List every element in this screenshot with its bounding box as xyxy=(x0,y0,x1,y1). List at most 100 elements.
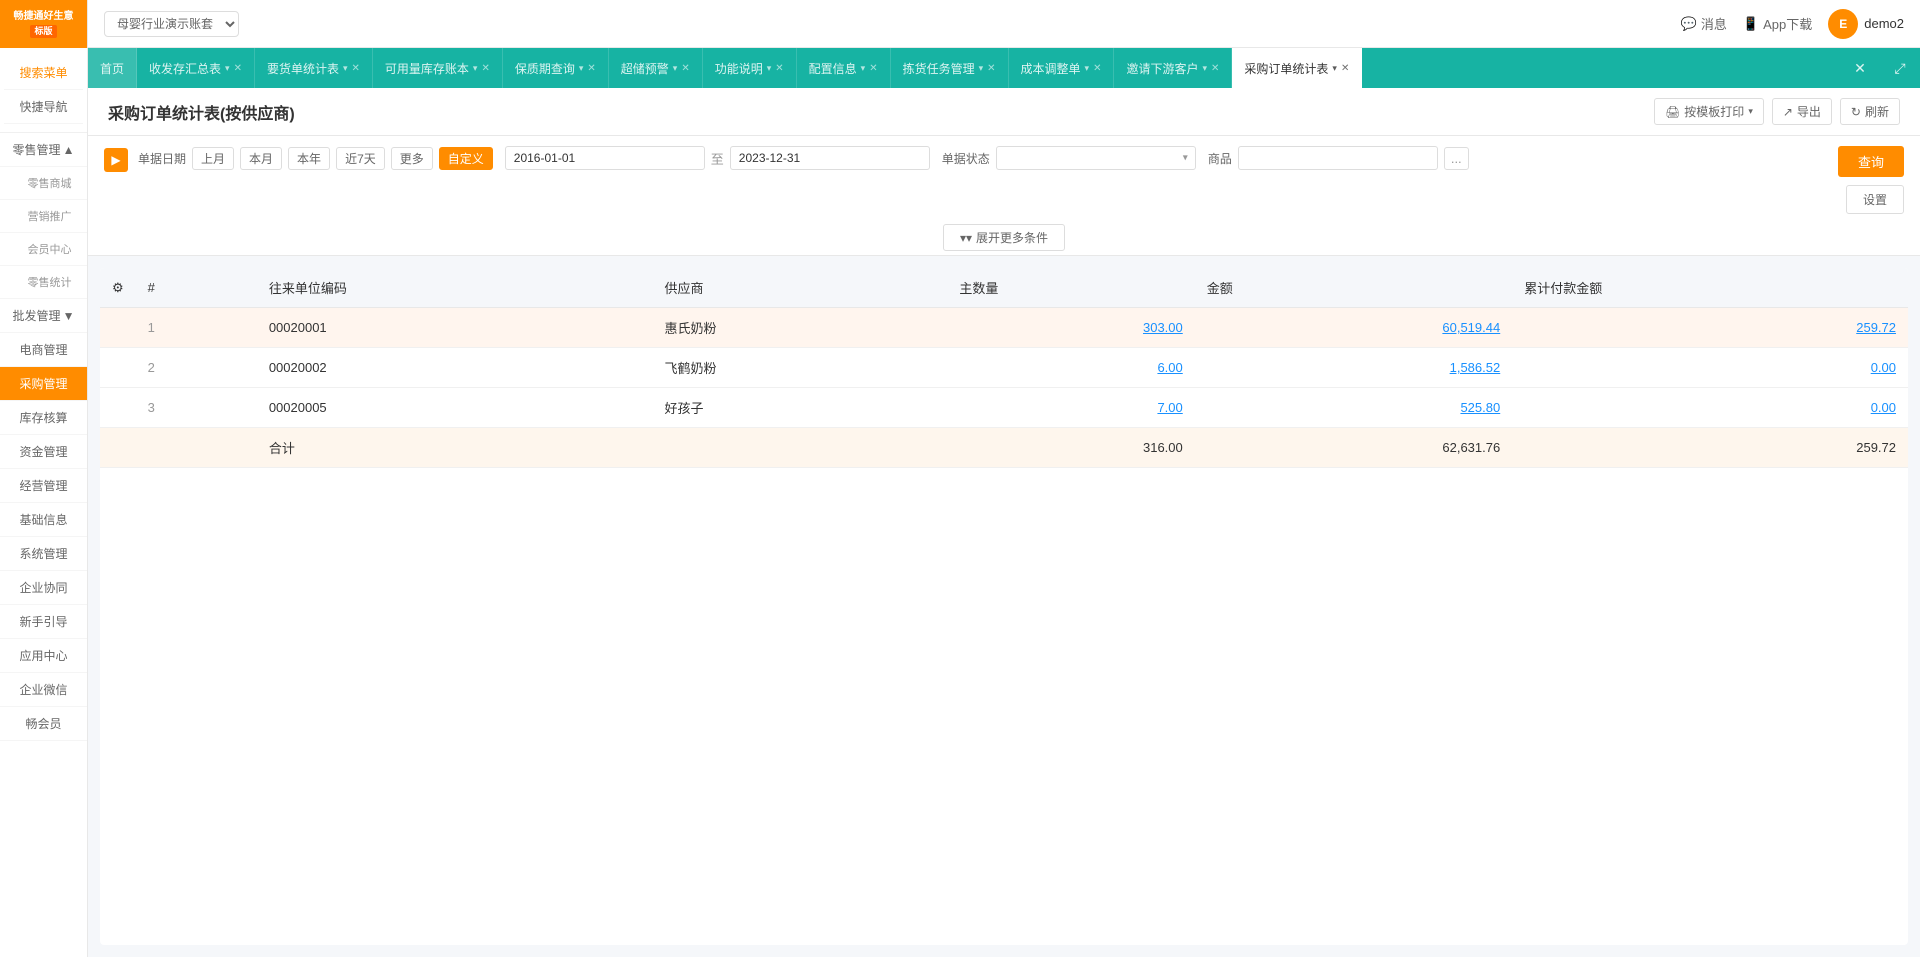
sidebar-item-purchase[interactable]: 采购管理 xyxy=(0,367,87,401)
date-option-more[interactable]: 更多 xyxy=(391,147,433,170)
td-num-3: 3 xyxy=(136,388,257,428)
status-select[interactable] xyxy=(996,146,1196,170)
goods-input[interactable] xyxy=(1238,146,1438,170)
sidebar-item-operations[interactable]: 经营管理 xyxy=(0,469,87,503)
td-qty-3[interactable]: 7.00 xyxy=(947,388,1194,428)
app-download-btn[interactable]: 📱 App下载 xyxy=(1743,14,1812,33)
date-option-this-year[interactable]: 本年 xyxy=(288,147,330,170)
sidebar-item-newguide[interactable]: 新手引导 xyxy=(0,605,87,639)
sidebar-item-inventory[interactable]: 库存核算 xyxy=(0,401,87,435)
tab-close-gongneng[interactable]: ✕ xyxy=(775,63,783,74)
filter-toggle-btn[interactable]: ▶ xyxy=(104,148,128,172)
sidebar-item-ecommerce[interactable]: 电商管理 xyxy=(0,333,87,367)
tab-close-all-btn[interactable]: ✕ xyxy=(1840,48,1880,88)
td-paid-1[interactable]: 259.72 xyxy=(1512,308,1908,348)
date-option-this-month[interactable]: 本月 xyxy=(240,147,282,170)
sidebar-item-search[interactable]: 搜索菜单 xyxy=(4,56,83,90)
date-from-input[interactable] xyxy=(505,146,705,170)
column-settings-icon[interactable]: ⚙ xyxy=(112,280,124,295)
sidebar-item-marketing[interactable]: 营销推广 xyxy=(0,200,87,233)
tab-close-zhihuo[interactable]: ✕ xyxy=(987,63,995,74)
tab-keyong[interactable]: 可用量库存账本 ▾ ✕ xyxy=(373,48,503,88)
export-btn[interactable]: ↗ 导出 xyxy=(1772,98,1832,125)
tab-close-yaohuodan[interactable]: ✕ xyxy=(352,63,360,74)
sidebar-nav: 零售管理 ▲ 零售商城 营销推广 会员中心 零售统计 批发管理 ▼ 电商管理 采… xyxy=(0,133,87,957)
print-btn[interactable]: 🖨 按模板打印 ▾ xyxy=(1654,98,1764,125)
sidebar-item-vip[interactable]: 畅会员 xyxy=(0,707,87,741)
refresh-btn[interactable]: ↻ 刷新 xyxy=(1840,98,1900,125)
page-title: 采购订单统计表(按供应商) xyxy=(108,100,295,124)
topbar-right: 💬 消息 📱 App下载 E demo2 xyxy=(1681,9,1904,39)
td-supplier-2: 飞鹤奶粉 xyxy=(653,348,948,388)
th-settings[interactable]: ⚙ xyxy=(100,268,136,308)
tab-close-chaochuyujing[interactable]: ✕ xyxy=(681,63,689,74)
tab-close-shoufahuizhong[interactable]: ✕ xyxy=(234,63,242,74)
sidebar: 畅捷通好生意 标版 搜索菜单 快捷导航 零售管理 ▲ 零售商城 营销推广 会员中… xyxy=(0,0,88,957)
filter-main: ▶ 单据日期 上月 本月 本年 近7天 更多 自定义 xyxy=(88,136,1920,220)
tab-close-keyong[interactable]: ✕ xyxy=(481,63,489,74)
td-qty-1[interactable]: 303.00 xyxy=(947,308,1194,348)
avatar: E xyxy=(1828,9,1858,39)
tab-close-baochao[interactable]: ✕ xyxy=(587,63,595,74)
expand-icon: ▾▾ xyxy=(960,231,972,245)
td-check-3[interactable] xyxy=(100,388,136,428)
sidebar-item-retail-shop[interactable]: 零售商城 xyxy=(0,167,87,200)
tab-zhihuo[interactable]: 拣货任务管理 ▾ ✕ xyxy=(891,48,1009,88)
tab-shoufahuizhong[interactable]: 收发存汇总表 ▾ ✕ xyxy=(137,48,255,88)
sidebar-search-section: 搜索菜单 快捷导航 xyxy=(0,48,87,133)
tab-close-yaoqing[interactable]: ✕ xyxy=(1211,63,1219,74)
user-menu[interactable]: E demo2 xyxy=(1828,9,1904,39)
sidebar-item-retail[interactable]: 零售管理 ▲ xyxy=(0,133,87,167)
tab-yaoqing[interactable]: 邀请下游客户 ▾ ✕ xyxy=(1114,48,1232,88)
sidebar-item-wholesale[interactable]: 批发管理 ▼ xyxy=(0,299,87,333)
table-footer-row: 合计 316.00 62,631.76 259.72 xyxy=(100,428,1908,468)
td-check-2[interactable] xyxy=(100,348,136,388)
tab-caigou-active[interactable]: 采购订单统计表 ▾ ✕ xyxy=(1232,48,1362,88)
td-paid-3[interactable]: 0.00 xyxy=(1512,388,1908,428)
th-amount: 金额 xyxy=(1195,268,1512,308)
date-option-7days[interactable]: 近7天 xyxy=(336,147,385,170)
sidebar-item-shortcut[interactable]: 快捷导航 xyxy=(4,90,83,124)
td-code-1: 00020001 xyxy=(257,308,653,348)
tab-chengben[interactable]: 成本调整单 ▾ ✕ xyxy=(1009,48,1115,88)
query-btn[interactable]: 查询 xyxy=(1838,146,1904,177)
expand-more-btn[interactable]: ▾▾ 展开更多条件 xyxy=(943,224,1065,251)
tab-baochao[interactable]: 保质期查询 ▾ ✕ xyxy=(503,48,609,88)
date-option-last-month[interactable]: 上月 xyxy=(192,147,234,170)
tfoot-qty: 316.00 xyxy=(947,428,1194,468)
tab-chaochuyujing[interactable]: 超储预警 ▾ ✕ xyxy=(609,48,703,88)
td-amount-3[interactable]: 525.80 xyxy=(1195,388,1512,428)
tfoot-label: 合计 xyxy=(257,428,948,468)
tab-home[interactable]: 首页 xyxy=(88,48,137,88)
tab-gongneng[interactable]: 功能说明 ▾ ✕ xyxy=(703,48,797,88)
td-check-1[interactable] xyxy=(100,308,136,348)
sidebar-item-basic[interactable]: 基础信息 xyxy=(0,503,87,537)
account-selector[interactable]: 母婴行业演示账套 xyxy=(104,11,239,37)
sidebar-item-appcenter[interactable]: 应用中心 xyxy=(0,639,87,673)
sidebar-item-retail-stats[interactable]: 零售统计 xyxy=(0,266,87,299)
tab-close-peizhi[interactable]: ✕ xyxy=(869,63,877,74)
sidebar-item-enterprise[interactable]: 企业协同 xyxy=(0,571,87,605)
sidebar-item-wechat[interactable]: 企业微信 xyxy=(0,673,87,707)
sidebar-item-member[interactable]: 会员中心 xyxy=(0,233,87,266)
sidebar-item-finance[interactable]: 资金管理 xyxy=(0,435,87,469)
settings-btn[interactable]: 设置 xyxy=(1846,185,1904,214)
refresh-icon: ↻ xyxy=(1851,105,1861,119)
tab-yaohuodan[interactable]: 要货单统计表 ▾ ✕ xyxy=(255,48,373,88)
td-amount-2[interactable]: 1,586.52 xyxy=(1195,348,1512,388)
tab-close-caigou[interactable]: ✕ xyxy=(1341,63,1349,74)
message-btn[interactable]: 💬 消息 xyxy=(1681,14,1727,33)
td-paid-2[interactable]: 0.00 xyxy=(1512,348,1908,388)
sidebar-item-system[interactable]: 系统管理 xyxy=(0,537,87,571)
td-qty-2[interactable]: 6.00 xyxy=(947,348,1194,388)
table-scroll[interactable]: ⚙ # 往来单位编码 供应商 主数量 金额 累计付款金额 xyxy=(100,268,1908,945)
tab-peizhi[interactable]: 配置信息 ▾ ✕ xyxy=(797,48,891,88)
date-option-custom[interactable]: 自定义 xyxy=(439,147,493,170)
goods-more-icon[interactable]: ... xyxy=(1444,147,1469,170)
filter-action-buttons: 查询 设置 xyxy=(1838,146,1904,214)
tab-close-chengben[interactable]: ✕ xyxy=(1093,63,1101,74)
date-to-input[interactable] xyxy=(730,146,930,170)
status-select-wrap xyxy=(996,146,1196,170)
td-amount-1[interactable]: 60,519.44 xyxy=(1195,308,1512,348)
tab-fullscreen-btn[interactable]: ⤢ xyxy=(1880,48,1920,88)
